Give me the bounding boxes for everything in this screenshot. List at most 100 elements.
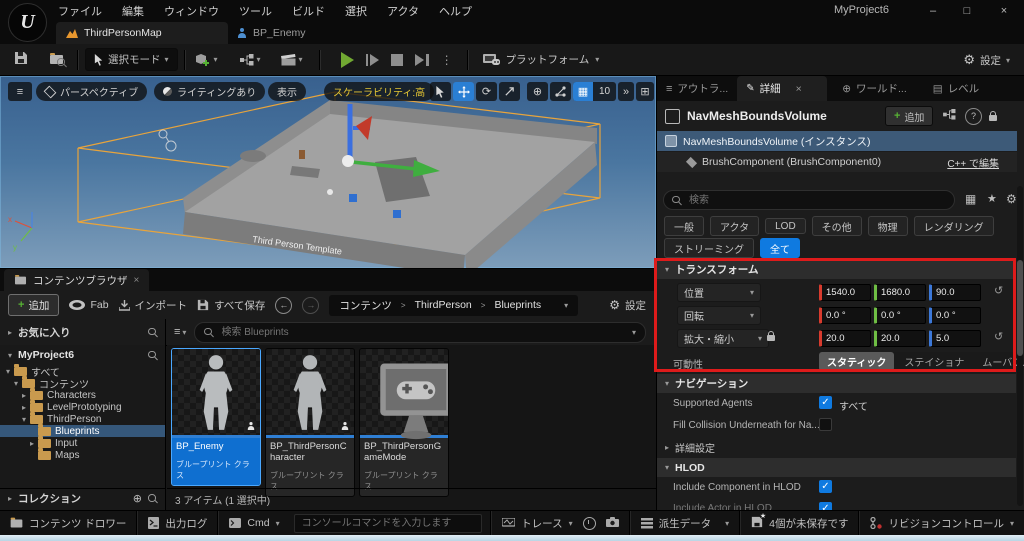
- rotation-z-field[interactable]: 0.0 °: [929, 307, 981, 324]
- rotation-dropdown[interactable]: 回転 ▾: [677, 306, 761, 325]
- world-local-toggle[interactable]: ⊕: [527, 82, 548, 101]
- content-browser-tab[interactable]: コンテンツブラウザ ×: [4, 269, 150, 291]
- tab-bp-enemy[interactable]: BP_Enemy: [231, 22, 331, 44]
- unsaved-assets-button[interactable]: ★ 4個が未保存です: [741, 511, 858, 535]
- breadcrumb-content[interactable]: コンテンツ: [339, 298, 392, 313]
- play-button[interactable]: [340, 51, 354, 68]
- filter-general[interactable]: 一般: [664, 216, 704, 236]
- screenshot-icon[interactable]: [605, 516, 619, 530]
- breadcrumb[interactable]: コンテンツ > ThirdPerson > Blueprints ▾: [329, 294, 579, 316]
- mobility-static[interactable]: スタティック: [819, 352, 895, 371]
- close-tab-icon[interactable]: ×: [796, 83, 802, 95]
- eject-button[interactable]: [415, 53, 429, 66]
- component-row-instance[interactable]: NavMeshBoundsVolume (インスタンス): [657, 131, 1017, 151]
- derived-data-dropdown[interactable]: 派生データ ▾: [631, 511, 740, 535]
- filter-streaming[interactable]: ストリーミング: [664, 238, 754, 258]
- rotation-y-field[interactable]: 0.0 °: [874, 307, 926, 324]
- window-minimize-button[interactable]: –: [916, 5, 950, 17]
- tab-details[interactable]: ✎ 詳細 ×: [737, 76, 828, 101]
- level-viewport[interactable]: Third Person Template x y ≡ パースペクティブ ライテ…: [0, 76, 656, 268]
- property-matrix-icon[interactable]: ▦: [965, 192, 976, 206]
- rotate-tool-button[interactable]: ⟳: [476, 82, 497, 101]
- menu-window[interactable]: ウィンドウ: [164, 3, 219, 19]
- menu-edit[interactable]: 編集: [122, 3, 144, 19]
- content-browser-settings[interactable]: ⚙ 設定: [609, 298, 646, 313]
- window-close-button[interactable]: ×: [984, 5, 1024, 17]
- settings-dropdown[interactable]: ⚙ 設定 ▾: [963, 44, 1010, 76]
- asset-bp-thirdpersoncharacter[interactable]: BP_ThirdPersonCharacter ブループリント クラス: [265, 348, 355, 497]
- viewport-3d-scene[interactable]: Third Person Template x y: [0, 76, 656, 268]
- location-dropdown[interactable]: 位置 ▾: [677, 283, 761, 302]
- add-actor-dropdown[interactable]: ▾: [195, 53, 218, 67]
- favorites-star-icon[interactable]: ★: [987, 192, 997, 205]
- more-tools-button[interactable]: »: [618, 82, 634, 101]
- scale-z-field[interactable]: 5.0: [929, 330, 981, 347]
- filter-all[interactable]: 全て: [760, 238, 800, 258]
- tab-thirdpersonmap[interactable]: ThirdPersonMap: [56, 22, 228, 44]
- view-mode-dropdown[interactable]: ライティングあり: [154, 82, 266, 101]
- unreal-logo[interactable]: U: [8, 3, 47, 42]
- details-search-input[interactable]: [687, 193, 946, 207]
- revision-control-dropdown[interactable]: リビジョンコントロール ▾: [860, 511, 1024, 535]
- move-tool-button[interactable]: [453, 82, 474, 101]
- save-all-button[interactable]: すべて保存: [197, 298, 265, 313]
- fab-button[interactable]: Fab: [69, 299, 109, 311]
- play-options-dots[interactable]: ⋮: [441, 53, 453, 67]
- details-scrollbar[interactable]: [1017, 186, 1023, 506]
- filter-actor[interactable]: アクタ: [710, 216, 760, 236]
- asset-bp-enemy[interactable]: BP_Enemy ブループリント クラス: [171, 348, 261, 486]
- menu-actor[interactable]: アクタ: [387, 3, 419, 19]
- select-tool-button[interactable]: [430, 82, 451, 101]
- details-settings-icon[interactable]: ⚙: [1006, 192, 1017, 206]
- close-tab-icon[interactable]: ×: [134, 275, 140, 286]
- grid-snap-control[interactable]: ▦ 10: [573, 82, 617, 101]
- console-command-input[interactable]: [293, 513, 483, 533]
- save-icon[interactable]: [14, 51, 28, 68]
- content-browser-icon[interactable]: [50, 52, 65, 66]
- stop-button[interactable]: [391, 53, 404, 66]
- scale-tool-button[interactable]: [499, 82, 520, 101]
- tree-item-blueprints[interactable]: Blueprints: [0, 424, 165, 437]
- maximize-viewport-button[interactable]: ⊞: [636, 82, 654, 101]
- cinematics-dropdown[interactable]: ▾: [280, 53, 303, 66]
- tab-world-settings[interactable]: ⊕ ワールド...: [833, 76, 916, 101]
- insights-clock-icon[interactable]: [582, 516, 596, 530]
- tree-item-input[interactable]: ▸ Input: [0, 436, 165, 449]
- tab-levels[interactable]: ▤ レベル: [924, 76, 988, 101]
- favorites-expander[interactable]: ▸ お気に入り: [0, 319, 166, 345]
- surface-snapping-button[interactable]: [550, 82, 571, 101]
- window-restore-button[interactable]: □: [950, 5, 984, 17]
- rotation-x-field[interactable]: 0.0 °: [819, 307, 871, 324]
- tab-outliner[interactable]: ≡ アウトラ...: [657, 76, 737, 101]
- add-asset-button[interactable]: + 追加: [8, 294, 60, 316]
- supported-agents-checkbox[interactable]: ✓: [819, 396, 832, 409]
- tree-item-characters[interactable]: ▸ Characters: [0, 388, 165, 401]
- menu-build[interactable]: ビルド: [292, 3, 325, 19]
- fill-collision-checkbox[interactable]: [819, 418, 832, 431]
- menu-select[interactable]: 選択: [345, 3, 367, 19]
- scale-lock-icon[interactable]: [767, 331, 775, 341]
- tree-item-content[interactable]: ▾ コンテンツ: [0, 376, 165, 391]
- menu-help[interactable]: ヘルプ: [439, 3, 472, 19]
- scale-y-field[interactable]: 20.0: [874, 330, 926, 347]
- cmd-dropdown[interactable]: Cmd ▾: [219, 511, 289, 535]
- component-row-brush[interactable]: BrushComponent (BrushComponent0) C++ で編集: [657, 152, 1017, 172]
- location-y-field[interactable]: 1680.0: [874, 284, 926, 301]
- perspective-dropdown[interactable]: パースペクティブ: [36, 82, 148, 101]
- breadcrumb-thirdperson[interactable]: ThirdPerson: [415, 299, 472, 311]
- asset-search-input[interactable]: [219, 325, 626, 339]
- forward-button[interactable]: →: [302, 296, 320, 314]
- filter-lod[interactable]: LOD: [765, 218, 806, 234]
- menu-file[interactable]: ファイル: [58, 3, 102, 19]
- asset-bp-thirdpersongamemode[interactable]: BP_ThirdPersonGameMode ブループリント クラス: [359, 348, 449, 497]
- mobility-stationary[interactable]: ステイショナ: [896, 352, 972, 371]
- scale-dropdown[interactable]: 拡大・縮小 ▾: [677, 329, 769, 348]
- trace-dropdown[interactable]: トレース ▾: [492, 511, 583, 535]
- details-scrollbar-thumb[interactable]: [1017, 260, 1023, 356]
- section-transform[interactable]: ▾ トランスフォーム: [657, 260, 1016, 279]
- search-icon[interactable]: [148, 494, 157, 503]
- filter-physics[interactable]: 物理: [867, 216, 908, 236]
- location-z-field[interactable]: 90.0: [929, 284, 981, 301]
- edit-blueprint-icon[interactable]: [943, 109, 956, 123]
- tree-root-myproject6[interactable]: ▾ MyProject6: [0, 345, 165, 365]
